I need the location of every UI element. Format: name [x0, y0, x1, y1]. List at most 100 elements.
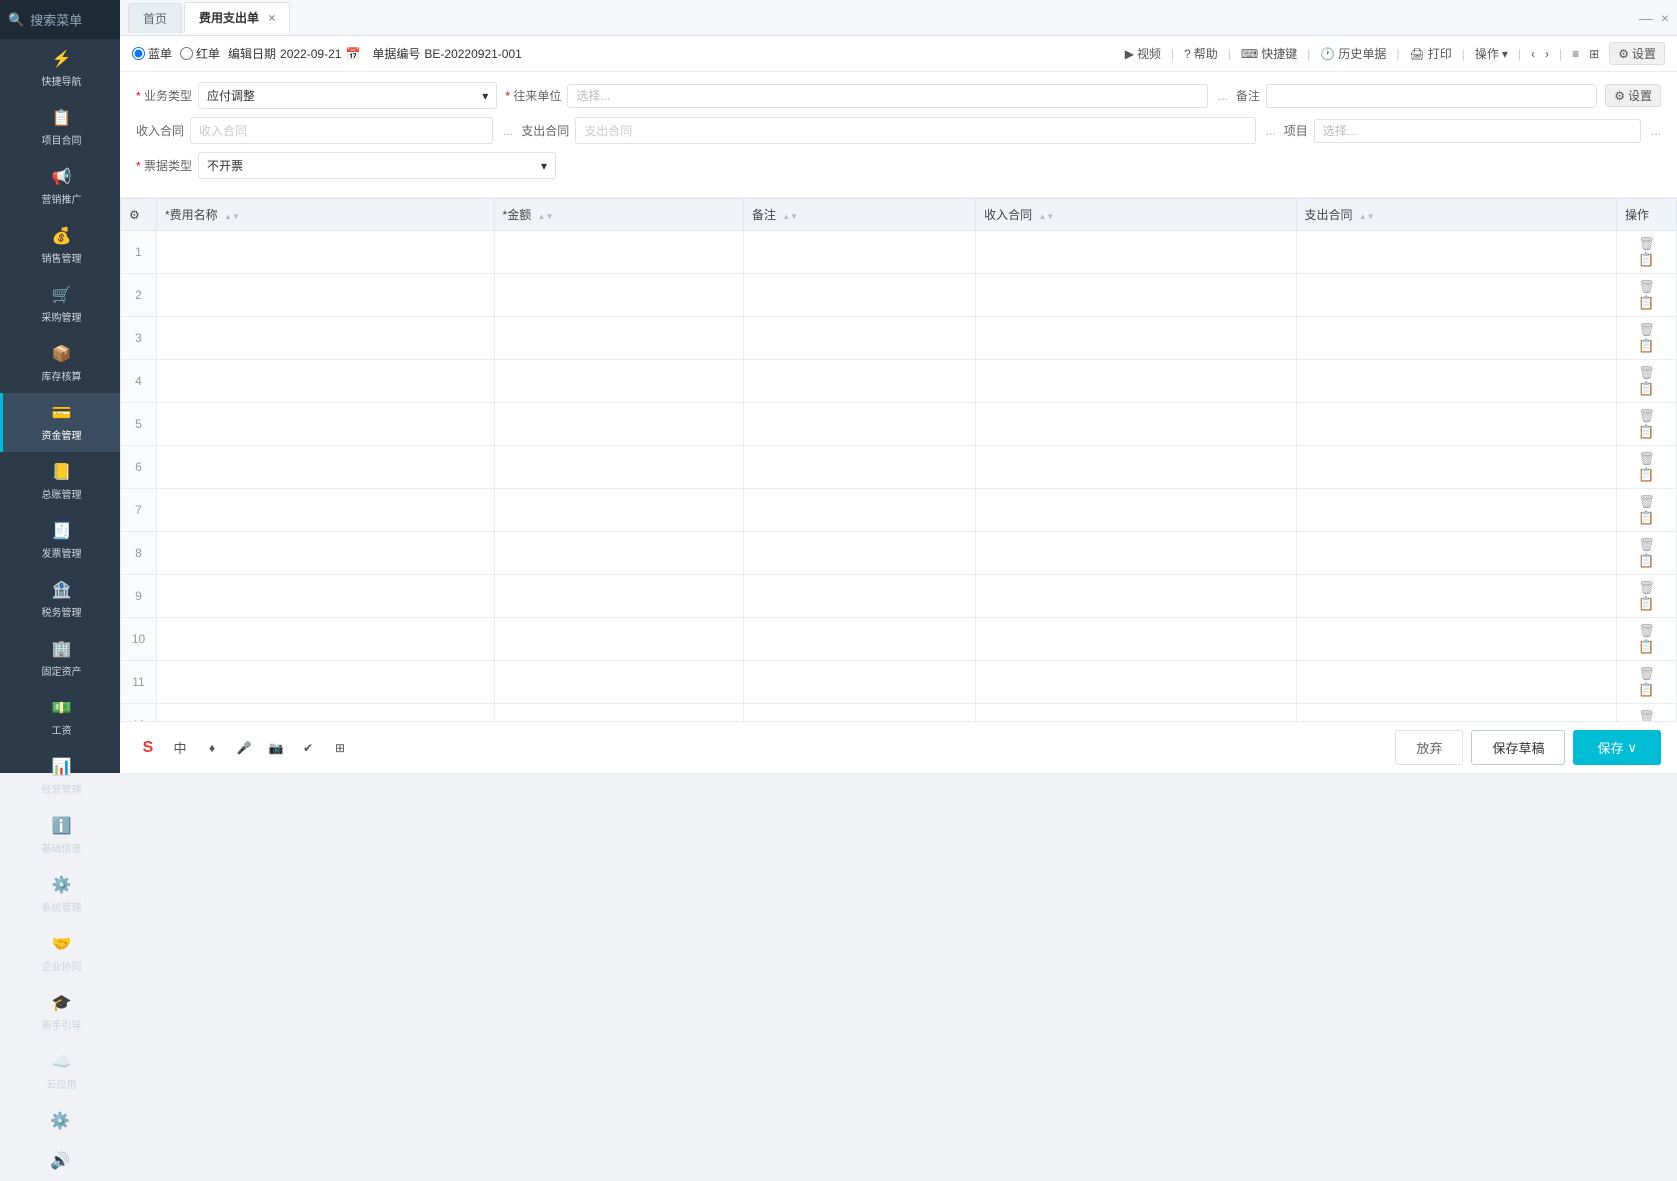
copy-btn-10[interactable]: 📋: [1638, 639, 1654, 655]
expense-name-cell-10[interactable]: [157, 618, 495, 661]
delete-btn-4[interactable]: 🗑: [1638, 365, 1655, 381]
view-list-btn[interactable]: ≡: [1572, 47, 1579, 61]
check-icon[interactable]: ✔: [296, 736, 320, 760]
amount-cell-2[interactable]: [494, 274, 743, 317]
sidebar-item-guide[interactable]: 🎓 新手引导: [0, 983, 120, 1042]
tab-close-btn[interactable]: ×: [268, 11, 275, 25]
delete-btn-5[interactable]: 🗑: [1638, 408, 1655, 424]
expense-name-cell-1[interactable]: [157, 231, 495, 274]
sidebar-item-project-contract[interactable]: 📋 项目合同: [0, 98, 120, 157]
expense-contract-cell-2[interactable]: [1296, 274, 1616, 317]
expense-contract-cell-11[interactable]: [1296, 661, 1616, 704]
delete-btn-6[interactable]: 🗑: [1638, 451, 1655, 467]
note-cell-4[interactable]: [743, 360, 975, 403]
income-contract-cell-6[interactable]: [976, 446, 1296, 489]
expense-name-cell-4[interactable]: [157, 360, 495, 403]
note-cell-12[interactable]: [743, 704, 975, 722]
amount-cell-7[interactable]: [494, 489, 743, 532]
blue-bill-radio[interactable]: 蓝单: [132, 45, 172, 62]
diamond-icon[interactable]: ♦: [200, 736, 224, 760]
sidebar-item-base-info[interactable]: ℹ️ 基础信息: [0, 806, 120, 865]
amount-cell-12[interactable]: [494, 704, 743, 722]
expense-name-cell-6[interactable]: [157, 446, 495, 489]
sidebar-item-audio[interactable]: 🔊: [0, 1141, 120, 1181]
expense-name-cell-8[interactable]: [157, 532, 495, 575]
income-contract-cell-3[interactable]: [976, 317, 1296, 360]
expense-name-cell-9[interactable]: [157, 575, 495, 618]
bill-type-select[interactable]: 不开票 ▾: [198, 152, 556, 179]
minimize-btn[interactable]: —: [1639, 10, 1653, 26]
delete-btn-8[interactable]: 🗑: [1638, 537, 1655, 553]
biz-type-select[interactable]: 应付调整 ▾: [198, 82, 497, 109]
delete-btn-11[interactable]: 🗑: [1638, 666, 1655, 682]
amount-cell-6[interactable]: [494, 446, 743, 489]
income-contract-cell-9[interactable]: [976, 575, 1296, 618]
mic-icon[interactable]: 🎤: [232, 736, 256, 760]
ops-btn[interactable]: 操作 ▾: [1475, 45, 1508, 62]
sidebar-item-purchase[interactable]: 🛒 采购管理: [0, 275, 120, 334]
view-grid-btn[interactable]: ⊞: [1589, 47, 1599, 61]
copy-btn-11[interactable]: 📋: [1638, 682, 1654, 698]
expense-name-cell-3[interactable]: [157, 317, 495, 360]
sort-expense-name[interactable]: ▲▼: [224, 213, 240, 221]
nav-right-btn[interactable]: ›: [1545, 47, 1549, 61]
camera-icon[interactable]: 📷: [264, 736, 288, 760]
amount-cell-4[interactable]: [494, 360, 743, 403]
expense-contract-cell-9[interactable]: [1296, 575, 1616, 618]
sidebar-item-system[interactable]: ⚙️ 系统管理: [0, 865, 120, 924]
income-contract-cell-1[interactable]: [976, 231, 1296, 274]
note-cell-6[interactable]: [743, 446, 975, 489]
amount-cell-10[interactable]: [494, 618, 743, 661]
delete-btn-7[interactable]: 🗑: [1638, 494, 1655, 510]
note-cell-7[interactable]: [743, 489, 975, 532]
income-contract-cell-11[interactable]: [976, 661, 1296, 704]
expense-contract-input[interactable]: 支出合同: [575, 117, 1255, 144]
income-contract-cell-10[interactable]: [976, 618, 1296, 661]
nav-left-btn[interactable]: ‹: [1531, 47, 1535, 61]
copy-btn-2[interactable]: 📋: [1638, 295, 1654, 311]
delete-btn-3[interactable]: 🗑: [1638, 322, 1655, 338]
tab-home[interactable]: 首页: [128, 3, 182, 33]
expense-contract-cell-8[interactable]: [1296, 532, 1616, 575]
delete-btn-12[interactable]: 🗑: [1638, 709, 1655, 721]
party-dots-btn[interactable]: ...: [1218, 89, 1228, 103]
delete-btn-1[interactable]: 🗑: [1638, 236, 1655, 252]
note-cell-10[interactable]: [743, 618, 975, 661]
income-contract-cell-5[interactable]: [976, 403, 1296, 446]
copy-btn-5[interactable]: 📋: [1638, 424, 1654, 440]
amount-cell-5[interactable]: [494, 403, 743, 446]
calendar-icon[interactable]: 📅: [345, 47, 360, 61]
sidebar-item-invoice[interactable]: 🧾 发票管理: [0, 511, 120, 570]
expense-name-cell-7[interactable]: [157, 489, 495, 532]
project-dots[interactable]: ...: [1651, 124, 1661, 138]
amount-cell-11[interactable]: [494, 661, 743, 704]
form-set-btn[interactable]: ⚙ 设置: [1605, 84, 1661, 107]
red-bill-input[interactable]: [180, 47, 193, 60]
expense-name-cell-12[interactable]: [157, 704, 495, 722]
print-btn[interactable]: 🖨 打印: [1409, 45, 1451, 62]
delete-btn-9[interactable]: 🗑: [1638, 580, 1655, 596]
sidebar-item-inventory[interactable]: 📦 库存核算: [0, 334, 120, 393]
income-contract-input[interactable]: 收入合同: [190, 117, 493, 144]
expense-contract-dots[interactable]: ...: [1266, 124, 1276, 138]
income-contract-cell-7[interactable]: [976, 489, 1296, 532]
income-contract-cell-2[interactable]: [976, 274, 1296, 317]
amount-cell-8[interactable]: [494, 532, 743, 575]
sort-income-contract[interactable]: ▲▼: [1038, 213, 1054, 221]
discard-button[interactable]: 放弃: [1395, 730, 1463, 765]
sidebar-item-ledger[interactable]: 📒 总账管理: [0, 452, 120, 511]
sidebar-item-settings[interactable]: ⚙️: [0, 1101, 120, 1141]
sidebar-item-sales[interactable]: 💰 销售管理: [0, 216, 120, 275]
tab-expense[interactable]: 费用支出单 ×: [184, 2, 290, 33]
expense-contract-cell-4[interactable]: [1296, 360, 1616, 403]
note-cell-8[interactable]: [743, 532, 975, 575]
remark-input[interactable]: [1266, 84, 1597, 108]
sidebar-item-ops[interactable]: 📊 经营管理: [0, 747, 120, 806]
amount-cell-9[interactable]: [494, 575, 743, 618]
close-btn[interactable]: ×: [1661, 10, 1669, 26]
expense-contract-cell-1[interactable]: [1296, 231, 1616, 274]
chinese-icon[interactable]: 中: [168, 736, 192, 760]
copy-btn-3[interactable]: 📋: [1638, 338, 1654, 354]
expense-name-cell-2[interactable]: [157, 274, 495, 317]
expense-name-cell-11[interactable]: [157, 661, 495, 704]
